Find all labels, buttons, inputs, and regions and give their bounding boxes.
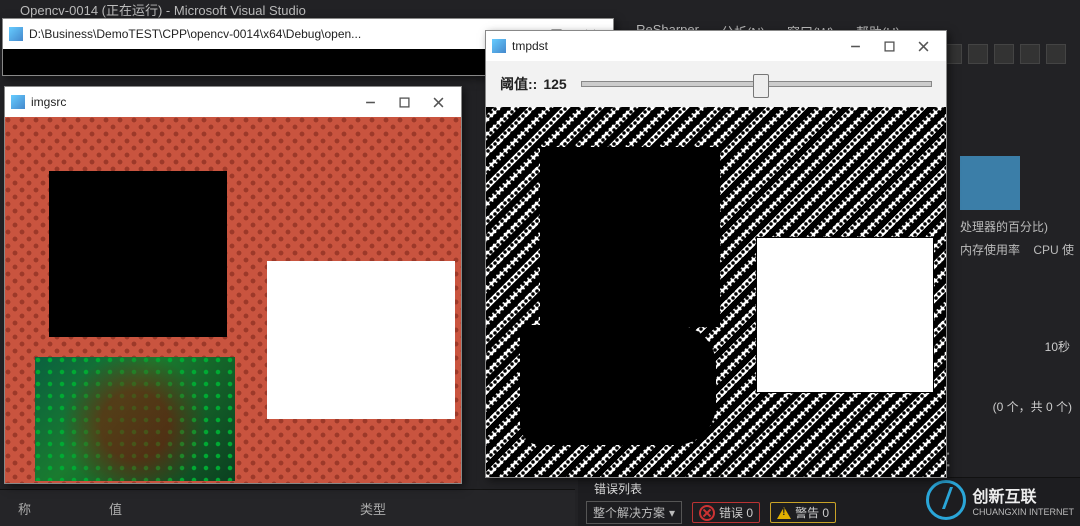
slider-thumb[interactable] [753,74,769,98]
errors-badge[interactable]: 错误 0 [692,502,760,523]
app-icon [492,39,506,53]
vs-title: Opencv-0014 (正在运行) - Microsoft Visual St… [20,0,306,19]
cpu-pct-label: 处理器的百分比) [960,218,1080,235]
imgsrc-title: imgsrc [31,95,66,109]
app-icon [11,95,25,109]
green-region [35,357,235,481]
threshold-value: 125 [543,76,566,92]
tmpdst-title: tmpdst [512,39,548,53]
warning-icon [777,507,791,519]
toolbar-icon[interactable] [1046,44,1066,64]
time-label: 10秒 [1045,338,1070,355]
threshold-image [486,107,946,477]
threshold-label: 阈值:: [500,74,537,94]
maximize-button[interactable] [387,90,421,114]
col-type: 类型 [342,499,446,518]
warnings-badge[interactable]: 警告 0 [770,502,836,523]
black-square [49,171,227,337]
mem-label: 内存使用率 [960,243,1020,257]
cpu-label: CPU 使 [1033,243,1074,257]
toolbar-icon[interactable] [1020,44,1040,64]
col-value: 值 [91,499,182,518]
threshold-slider[interactable] [581,81,932,87]
counts-label: (0 个，共 0 个) [993,398,1072,415]
brand-watermark: 创新互联 CHUANGXIN INTERNET [926,480,1074,520]
vs-toolbar [942,44,1066,64]
imgsrc-window[interactable]: imgsrc [4,86,462,484]
chevron-down-icon: ▾ [669,506,675,520]
error-icon [699,505,715,521]
toolbar-icon[interactable] [994,44,1014,64]
white-square [756,237,934,393]
brand-logo-icon [926,480,966,520]
black-blob [540,147,720,327]
app-icon [9,27,23,41]
diagnostics-panel: 10秒 处理器的百分比) 内存使用率 CPU 使 [960,140,1080,264]
minimize-button[interactable] [353,90,387,114]
col-name: 称 [0,499,91,518]
source-image [5,117,461,483]
cpu-graph [960,156,1020,210]
console-title: D:\Business\DemoTEST\CPP\opencv-0014\x64… [29,27,361,41]
scope-dropdown[interactable]: 整个解决方案 ▾ [586,501,682,524]
toolbar-icon[interactable] [968,44,988,64]
tmpdst-window[interactable]: tmpdst 阈值:: 125 [485,30,947,478]
watch-panel: 称 值 类型 [0,489,575,526]
close-button[interactable] [906,34,940,58]
maximize-button[interactable] [872,34,906,58]
close-button[interactable] [421,90,455,114]
minimize-button[interactable] [838,34,872,58]
black-blob [520,325,716,445]
white-square [267,261,455,419]
